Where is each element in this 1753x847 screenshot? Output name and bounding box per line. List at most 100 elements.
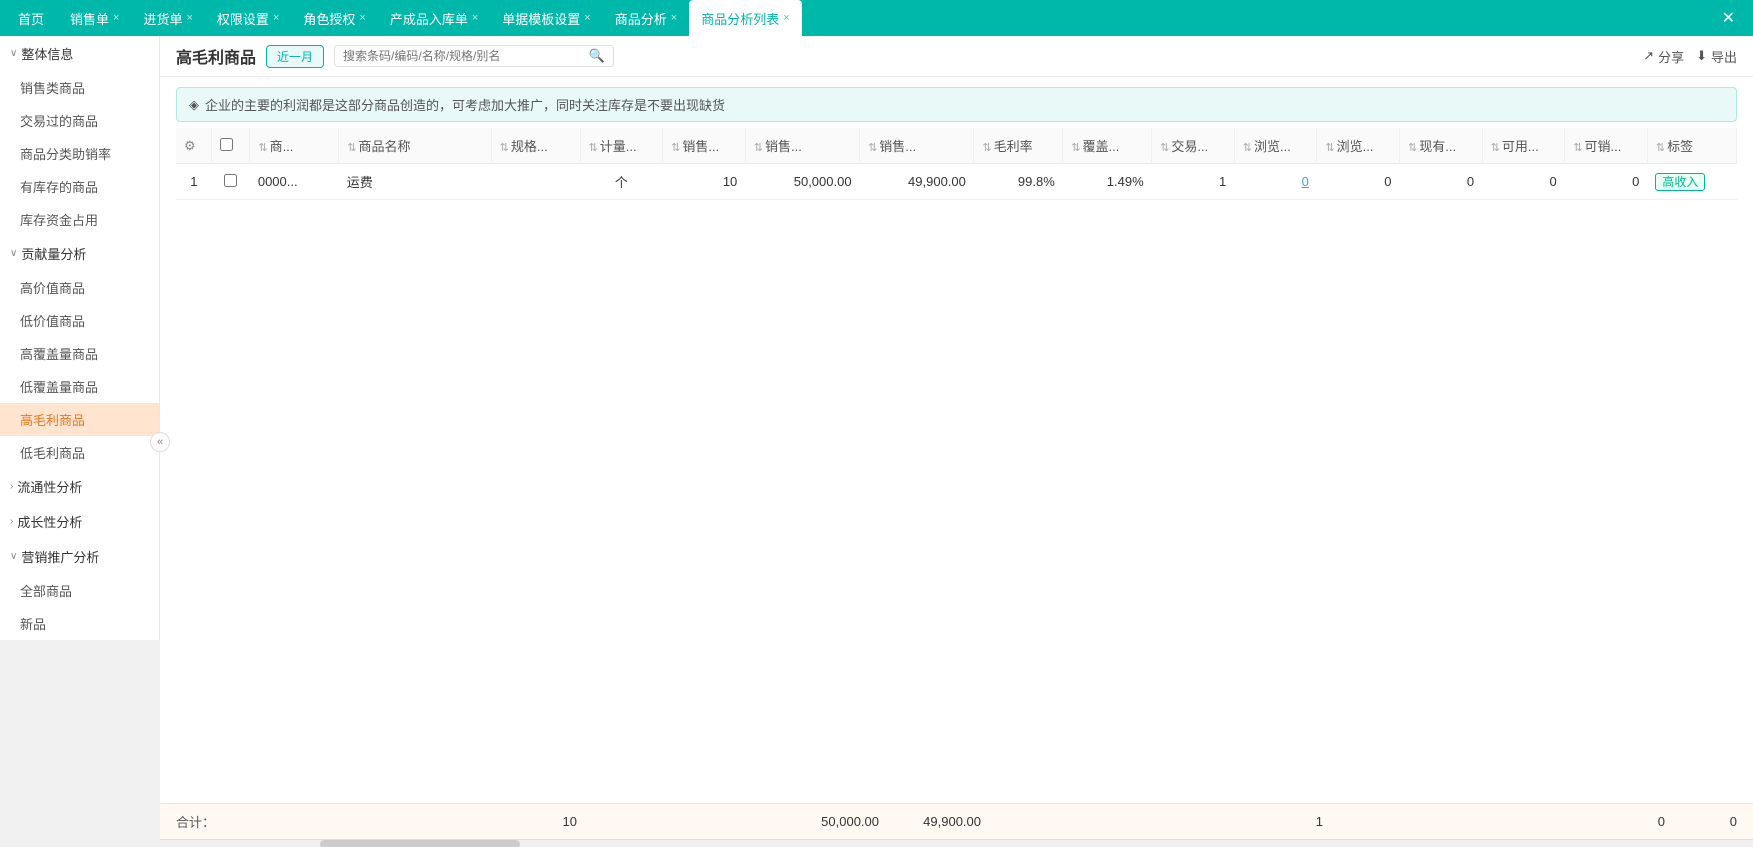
select-all-column[interactable] xyxy=(212,128,250,164)
table-body: 10000...运费个1050,000.0049,900.0099.8%1.49… xyxy=(176,164,1737,200)
tab-close-btn[interactable]: × xyxy=(584,12,590,24)
column-5[interactable]: ⇅销售... xyxy=(745,128,859,164)
export-icon: ⬇ xyxy=(1696,48,1707,64)
sort-icon-4: ⇅ xyxy=(671,142,680,154)
close-window-btn[interactable]: ✕ xyxy=(1716,8,1741,28)
column-7[interactable]: ⇅毛利率 xyxy=(974,128,1063,164)
tab-close-btn[interactable]: × xyxy=(472,12,478,24)
browse1-link[interactable]: 0 xyxy=(1302,174,1309,189)
gear-icon[interactable]: ⚙ xyxy=(184,138,196,153)
group-arrow-icon: ∨ xyxy=(10,48,17,59)
share-btn[interactable]: ↗ 分享 xyxy=(1643,47,1684,66)
tab-close-btn[interactable]: × xyxy=(783,12,789,24)
sidebar-group-贡献量分析[interactable]: ∨贡献量分析 xyxy=(0,236,159,271)
sidebar-item-高覆盖量商品[interactable]: 高覆盖量商品 xyxy=(0,337,159,370)
sidebar-item-新品[interactable]: 新品 xyxy=(0,607,159,640)
info-icon: ◈ xyxy=(189,97,199,113)
sidebar-group-营销推广分析[interactable]: ∨营销推广分析 xyxy=(0,539,159,574)
column-1[interactable]: ⇅商品名称 xyxy=(339,128,491,164)
nav-tab-商品分析[interactable]: 商品分析 × xyxy=(603,0,689,36)
nav-tab-产成品入库单[interactable]: 产成品入库单 × xyxy=(378,0,490,36)
column-6[interactable]: ⇅销售... xyxy=(860,128,974,164)
nav-tab-销售单[interactable]: 销售单 × xyxy=(58,0,131,36)
sort-icon-3: ⇅ xyxy=(589,142,598,154)
nav-tab-角色授权[interactable]: 角色授权 × xyxy=(291,0,377,36)
column-14[interactable]: ⇅可销... xyxy=(1565,128,1648,164)
select-all-checkbox[interactable] xyxy=(220,138,233,151)
column-13[interactable]: ⇅可用... xyxy=(1482,128,1565,164)
cell-0-12: 0 xyxy=(1234,164,1317,200)
window-controls: ✕ xyxy=(1716,8,1749,28)
sort-icon-11: ⇅ xyxy=(1325,142,1334,154)
sort-icon-5: ⇅ xyxy=(754,142,763,154)
group-arrow-icon: ∨ xyxy=(10,551,17,562)
cell-0-5: 个 xyxy=(580,164,663,200)
row-checkbox-0[interactable] xyxy=(224,174,237,187)
column-settings[interactable]: ⚙ xyxy=(176,128,212,164)
scrollbar-thumb[interactable] xyxy=(320,840,520,847)
sidebar-collapse-btn[interactable]: « xyxy=(150,432,170,452)
sidebar-item-库存资金占用[interactable]: 库存资金占用 xyxy=(0,203,159,236)
tab-close-btn[interactable]: × xyxy=(671,12,677,24)
tab-close-btn[interactable]: × xyxy=(113,12,119,24)
horizontal-scrollbar[interactable] xyxy=(160,839,1753,847)
cell-0-16: 0 xyxy=(1565,164,1648,200)
data-table: ⚙⇅商...⇅商品名称⇅规格...⇅计量...⇅销售...⇅销售...⇅销售..… xyxy=(176,128,1737,200)
nav-tab-首页[interactable]: 首页 xyxy=(4,0,58,36)
sort-icon-12: ⇅ xyxy=(1408,142,1417,154)
export-btn[interactable]: ⬇ 导出 xyxy=(1696,47,1737,66)
sidebar-item-有库存的商品[interactable]: 有库存的商品 xyxy=(0,170,159,203)
group-arrow-icon: › xyxy=(10,481,13,492)
sidebar-item-高价值商品[interactable]: 高价值商品 xyxy=(0,271,159,304)
footer-sales1: 10 xyxy=(497,814,577,829)
group-arrow-icon: › xyxy=(10,516,13,527)
sidebar-item-高毛利商品[interactable]: 高毛利商品 xyxy=(0,403,159,436)
cell-0-11: 1 xyxy=(1152,164,1235,200)
column-8[interactable]: ⇅覆盖... xyxy=(1063,128,1152,164)
sort-icon-6: ⇅ xyxy=(868,142,877,154)
main-layout: ∨ 整体信息销售类商品交易过的商品商品分类助销率有库存的商品库存资金占用∨贡献量分… xyxy=(0,36,1753,847)
cell-0-0: 1 xyxy=(176,164,212,200)
footer-label: 合计： xyxy=(176,812,215,831)
column-15[interactable]: ⇅标签 xyxy=(1647,128,1736,164)
cell-0-6: 10 xyxy=(663,164,746,200)
column-3[interactable]: ⇅计量... xyxy=(580,128,663,164)
filter-recent-month-btn[interactable]: 近一月 xyxy=(266,45,324,68)
sidebar-group-整体信息[interactable]: ∨ 整体信息 xyxy=(0,36,159,71)
tab-close-btn[interactable]: × xyxy=(186,12,192,24)
column-11[interactable]: ⇅浏览... xyxy=(1317,128,1400,164)
sidebar-item-低覆盖量商品[interactable]: 低覆盖量商品 xyxy=(0,370,159,403)
column-10[interactable]: ⇅浏览... xyxy=(1234,128,1317,164)
column-12[interactable]: ⇅现有... xyxy=(1400,128,1483,164)
sort-icon-2: ⇅ xyxy=(500,142,509,154)
tab-close-btn[interactable]: × xyxy=(273,12,279,24)
cell-0-1 xyxy=(212,164,250,200)
sidebar-group-流通性分析[interactable]: ›流通性分析 xyxy=(0,469,159,504)
search-icon[interactable]: 🔍 xyxy=(589,48,605,64)
nav-tab-权限设置[interactable]: 权限设置 × xyxy=(205,0,291,36)
search-input[interactable] xyxy=(343,49,589,63)
sidebar-item-全部商品[interactable]: 全部商品 xyxy=(0,574,159,607)
nav-tab-进货单[interactable]: 进货单 × xyxy=(131,0,204,36)
cell-0-3: 运费 xyxy=(339,164,491,200)
sidebar-item-商品分类助销率[interactable]: 商品分类助销率 xyxy=(0,137,159,170)
sidebar-item-交易过的商品[interactable]: 交易过的商品 xyxy=(0,104,159,137)
group-arrow-icon: ∨ xyxy=(10,248,17,259)
nav-tab-商品分析列表[interactable]: 商品分析列表 × xyxy=(689,0,801,36)
sidebar-item-低毛利商品[interactable]: 低毛利商品 xyxy=(0,436,159,469)
column-2[interactable]: ⇅规格... xyxy=(491,128,580,164)
column-0[interactable]: ⇅商... xyxy=(250,128,339,164)
table-row: 10000...运费个1050,000.0049,900.0099.8%1.49… xyxy=(176,164,1737,200)
group-label: 整体信息 xyxy=(21,44,73,63)
nav-tab-单据模板设置[interactable]: 单据模板设置 × xyxy=(490,0,602,36)
sort-icon-0: ⇅ xyxy=(258,142,267,154)
column-9[interactable]: ⇅交易... xyxy=(1152,128,1235,164)
sidebar-item-低价值商品[interactable]: 低价值商品 xyxy=(0,304,159,337)
sort-icon-13: ⇅ xyxy=(1491,142,1500,154)
sidebar-group-成长性分析[interactable]: ›成长性分析 xyxy=(0,504,159,539)
sort-icon-10: ⇅ xyxy=(1243,142,1252,154)
tab-close-btn[interactable]: × xyxy=(359,12,365,24)
column-4[interactable]: ⇅销售... xyxy=(663,128,746,164)
sidebar-item-销售类商品[interactable]: 销售类商品 xyxy=(0,71,159,104)
info-banner: ◈ 企业的主要的利润都是这部分商品创造的，可考虑加大推广，同时关注库存是不要出现… xyxy=(176,87,1737,122)
